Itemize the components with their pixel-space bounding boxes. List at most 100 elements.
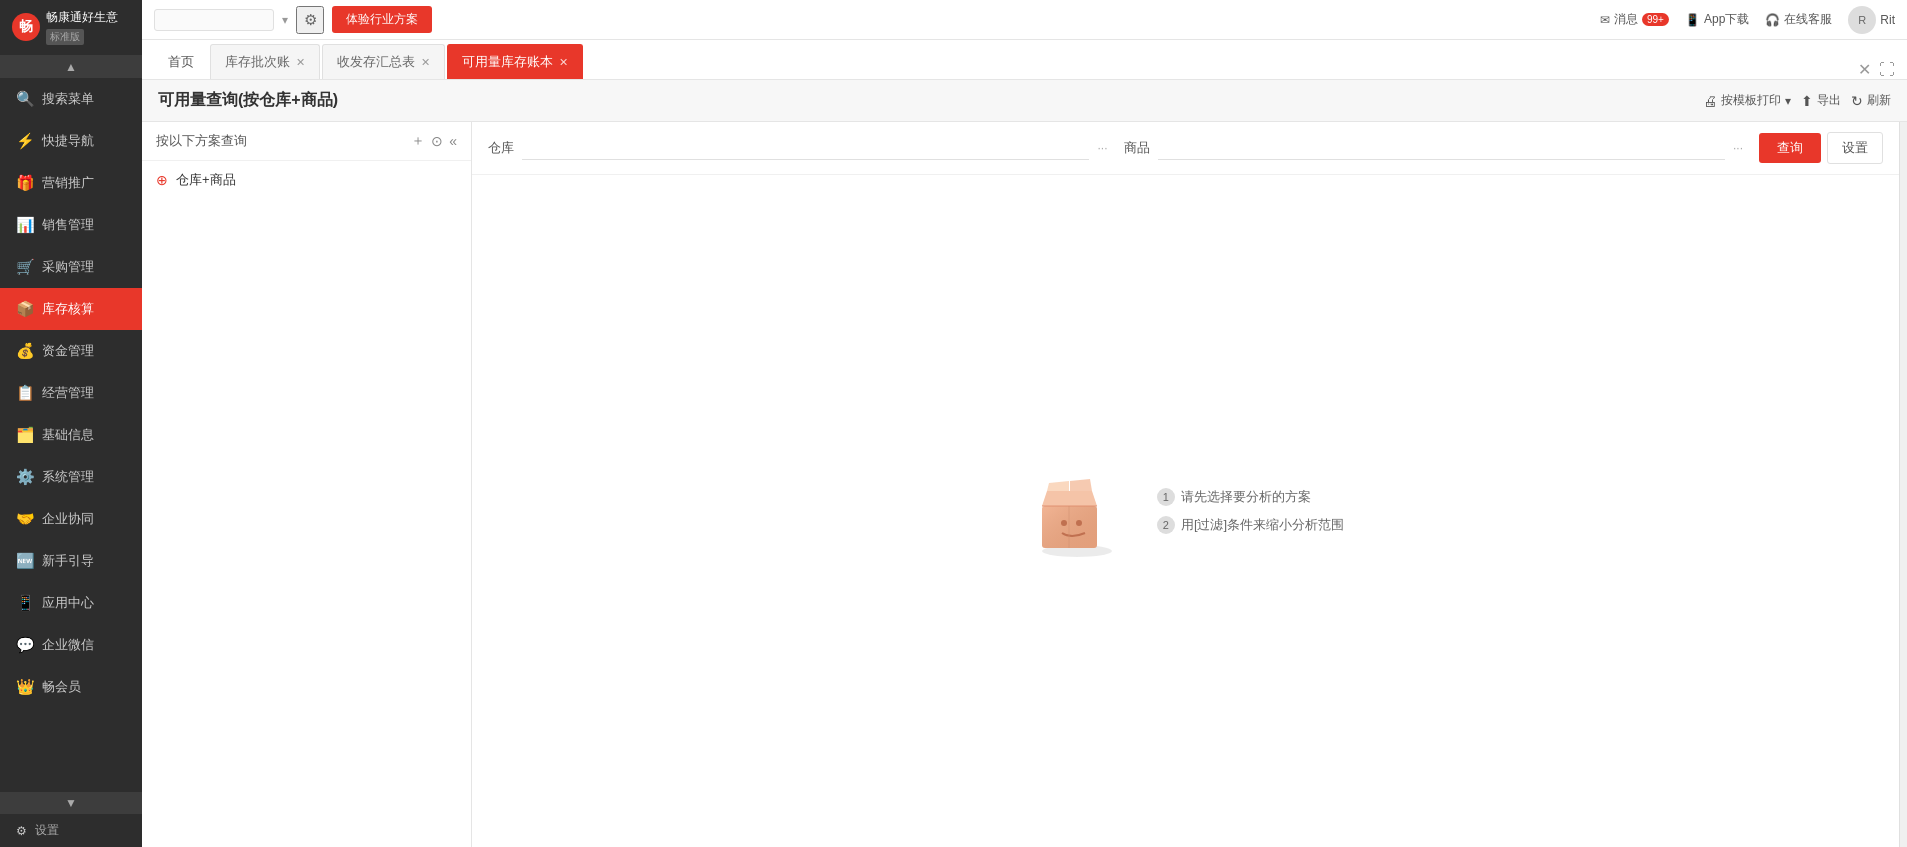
message-label: 消息 (1614, 11, 1638, 28)
tab-stock-summary-close[interactable]: ✕ (421, 56, 430, 69)
sidebar-item-label-sales: 销售管理 (42, 216, 94, 234)
tab-available-inventory[interactable]: 可用量库存账本 ✕ (447, 44, 583, 79)
tabs-bar: 首页 库存批次账 ✕ 收发存汇总表 ✕ 可用量库存账本 ✕ ✕ ⛶ (142, 40, 1907, 80)
settings-filter-button[interactable]: ⊙ (431, 133, 443, 149)
user-avatar: R (1848, 6, 1876, 34)
sidebar-item-finance[interactable]: 💰 资金管理 (0, 330, 142, 372)
home-tab-label: 首页 (168, 53, 194, 71)
export-icon: ⬆ (1801, 93, 1813, 109)
sidebar-item-label-purchase: 采购管理 (42, 258, 94, 276)
app-download-icon: 📱 (1685, 13, 1700, 27)
goods-input[interactable] (1158, 136, 1725, 160)
empty-icon (1027, 461, 1127, 561)
headphone-icon: 🎧 (1765, 13, 1780, 27)
print-dropdown-icon[interactable]: ▾ (1785, 94, 1791, 108)
tabs-right-actions: ✕ ⛶ (1858, 60, 1895, 79)
close-tab-button[interactable]: ✕ (1858, 60, 1871, 79)
tab-stock-summary[interactable]: 收发存汇总表 ✕ (322, 44, 445, 79)
cooperation-icon: 🤝 (16, 510, 34, 528)
tab-home[interactable]: 首页 (154, 45, 208, 79)
export-action[interactable]: ⬆ 导出 (1801, 92, 1841, 109)
settings-gear-icon: ⚙ (16, 824, 27, 838)
sales-icon: 📊 (16, 216, 34, 234)
guide-icon: 🆕 (16, 552, 34, 570)
sidebar-item-members[interactable]: 👑 畅会员 (0, 666, 142, 708)
svg-point-8 (1076, 520, 1082, 526)
tab-inventory-batch[interactable]: 库存批次账 ✕ (210, 44, 320, 79)
members-icon: 👑 (16, 678, 34, 696)
empty-state: 1 请先选择要分析的方案 2 用[过滤]条件来缩小分析范围 (472, 175, 1899, 847)
sidebar-item-cooperation[interactable]: 🤝 企业协同 (0, 498, 142, 540)
sidebar-item-marketing[interactable]: 🎁 营销推广 (0, 162, 142, 204)
warehouse-more-icon[interactable]: ··· (1093, 139, 1111, 157)
settings-button[interactable]: 设置 (1827, 132, 1883, 164)
goods-more-icon[interactable]: ··· (1729, 139, 1747, 157)
scroll-up-btn[interactable]: ▲ (0, 56, 142, 78)
topbar-search-input[interactable] (154, 9, 274, 31)
query-button[interactable]: 查询 (1759, 133, 1821, 163)
warehouse-field-label: 仓库 (488, 139, 518, 157)
user-profile-item[interactable]: R Rit (1848, 6, 1895, 34)
sidebar-item-apps[interactable]: 📱 应用中心 (0, 582, 142, 624)
print-template-action[interactable]: 🖨 按模板打印 ▾ (1703, 92, 1791, 109)
sidebar-item-system[interactable]: ⚙️ 系统管理 (0, 456, 142, 498)
filter-item-warehouse-goods[interactable]: ⊕ 仓库+商品 (142, 161, 471, 199)
warehouse-input[interactable] (522, 136, 1089, 160)
main-right-panel: 仓库 ··· 商品 ··· 查询 设置 (472, 122, 1899, 847)
warehouse-goods-icon: ⊕ (156, 172, 168, 188)
sidebar-item-wechat[interactable]: 💬 企业微信 (0, 624, 142, 666)
collapse-filter-button[interactable]: « (449, 133, 457, 149)
sidebar-item-label-guide: 新手引导 (42, 552, 94, 570)
sidebar-item-operations[interactable]: 📋 经营管理 (0, 372, 142, 414)
expand-tab-button[interactable]: ⛶ (1879, 61, 1895, 79)
content-area: 按以下方案查询 ＋ ⊙ « ⊕ 仓库+商品 仓库 ··· (142, 122, 1907, 847)
page-title: 可用量查询(按仓库+商品) (158, 90, 338, 111)
svg-marker-3 (1042, 491, 1097, 506)
sidebar-item-basics[interactable]: 🗂️ 基础信息 (0, 414, 142, 456)
goods-field-label: 商品 (1124, 139, 1154, 157)
sidebar-item-label-cooperation: 企业协同 (42, 510, 94, 528)
right-scrollbar[interactable] (1899, 122, 1907, 847)
main-area: ▾ ⚙ 体验行业方案 ✉ 消息 99+ 📱 App下载 🎧 在线客服 R Rit (142, 0, 1907, 847)
avatar-initial: R (1858, 14, 1866, 26)
add-filter-button[interactable]: ＋ (411, 132, 425, 150)
page-header-actions: 🖨 按模板打印 ▾ ⬆ 导出 ↻ 刷新 (1703, 92, 1891, 109)
tab-available-inventory-label: 可用量库存账本 (462, 53, 553, 71)
sidebar-nav: 🔍 搜索菜单 ⚡ 快捷导航 🎁 营销推广 📊 销售管理 🛒 采购管理 📦 库存核… (0, 78, 142, 792)
topbar-chevron-icon: ▾ (282, 13, 288, 27)
topbar-right-actions: ✉ 消息 99+ 📱 App下载 🎧 在线客服 R Rit (1600, 6, 1895, 34)
sidebar-item-search[interactable]: 🔍 搜索菜单 (0, 78, 142, 120)
sidebar-item-guide[interactable]: 🆕 新手引导 (0, 540, 142, 582)
sidebar-item-inventory[interactable]: 📦 库存核算 (0, 288, 142, 330)
search-nav-icon: 🔍 (16, 90, 34, 108)
export-label: 导出 (1817, 92, 1841, 109)
operations-icon: 📋 (16, 384, 34, 402)
warehouse-field: 仓库 ··· (488, 136, 1112, 160)
filter-panel-header-actions: ＋ ⊙ « (411, 132, 457, 150)
topbar: ▾ ⚙ 体验行业方案 ✉ 消息 99+ 📱 App下载 🎧 在线客服 R Rit (142, 0, 1907, 40)
online-service-item[interactable]: 🎧 在线客服 (1765, 11, 1832, 28)
refresh-label: 刷新 (1867, 92, 1891, 109)
sidebar-item-purchase[interactable]: 🛒 采购管理 (0, 246, 142, 288)
message-icon: ✉ (1600, 13, 1610, 27)
sidebar-item-label-system: 系统管理 (42, 468, 94, 486)
trial-industry-button[interactable]: 体验行业方案 (332, 6, 432, 33)
inventory-icon: 📦 (16, 300, 34, 318)
message-item[interactable]: ✉ 消息 99+ (1600, 11, 1669, 28)
query-actions: 查询 设置 (1759, 132, 1883, 164)
sidebar-settings-item[interactable]: ⚙ 设置 (0, 814, 142, 847)
sidebar-item-sales[interactable]: 📊 销售管理 (0, 204, 142, 246)
scroll-down-btn[interactable]: ▼ (0, 792, 142, 814)
username-label: Rit (1880, 13, 1895, 27)
app-download-item[interactable]: 📱 App下载 (1685, 11, 1749, 28)
filter-item-label-warehouse-goods: 仓库+商品 (176, 171, 236, 189)
app-name: 畅康通好生意 (46, 10, 118, 26)
tab-available-inventory-close[interactable]: ✕ (559, 56, 568, 69)
tab-stock-summary-label: 收发存汇总表 (337, 53, 415, 71)
quick-nav-icon: ⚡ (16, 132, 34, 150)
tab-inventory-batch-close[interactable]: ✕ (296, 56, 305, 69)
system-icon: ⚙️ (16, 468, 34, 486)
topbar-gear-button[interactable]: ⚙ (296, 6, 324, 34)
sidebar-item-quick-nav[interactable]: ⚡ 快捷导航 (0, 120, 142, 162)
refresh-action[interactable]: ↻ 刷新 (1851, 92, 1891, 109)
